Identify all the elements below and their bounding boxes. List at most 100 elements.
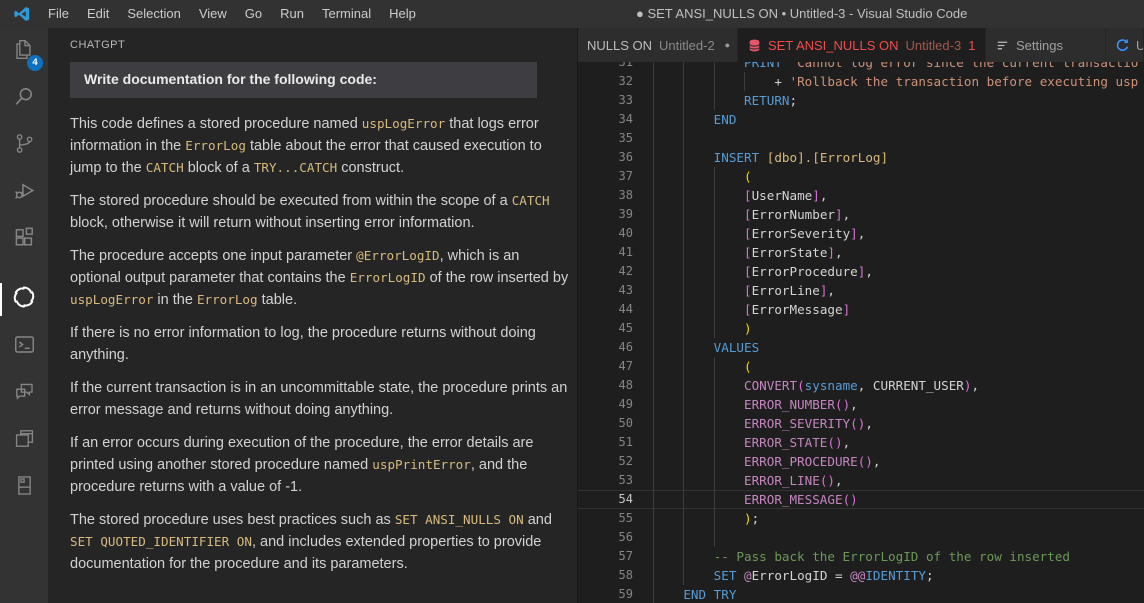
code-token: ; [926,568,934,583]
code-line[interactable]: 46VALUES [578,338,1144,357]
line-number[interactable]: 37 [578,167,633,186]
line-number[interactable]: 45 [578,319,633,338]
activity-item-windows[interactable] [0,417,48,464]
tab-untitled-2[interactable]: NULLS ONUntitled-2● [578,28,738,62]
line-number[interactable]: 41 [578,243,633,262]
line-number[interactable]: 42 [578,262,633,281]
tab-label-prefix: NULLS ON [587,38,652,53]
code-line[interactable]: 32 + 'Rollback the transaction before exe… [578,72,1144,91]
tab-untitled-3[interactable]: SET ANSI_NULLS ONUntitled-31● [738,28,986,62]
line-number[interactable]: 49 [578,395,633,414]
menu-help[interactable]: Help [380,0,425,28]
code-line[interactable]: 48CONVERT(sysname, CURRENT_USER), [578,376,1144,395]
code-line[interactable]: 49ERROR_NUMBER(), [578,395,1144,414]
line-number[interactable]: 56 [578,528,633,547]
activity-item-notebook[interactable] [0,464,48,511]
line-number[interactable]: 34 [578,110,633,129]
activity-item-run-debug[interactable] [0,169,48,216]
code-line[interactable]: 35 [578,129,1144,148]
line-number[interactable]: 44 [578,300,633,319]
line-number[interactable]: 53 [578,471,633,490]
line-number[interactable]: 43 [578,281,633,300]
code-line[interactable]: 37( [578,167,1144,186]
line-number[interactable]: 32 [578,72,633,91]
code-line[interactable]: 55); [578,509,1144,528]
line-number[interactable]: 59 [578,585,633,603]
code-line[interactable]: 59END TRY [578,585,1144,603]
line-number[interactable]: 31 [578,62,633,72]
code-line[interactable]: 53ERROR_LINE(), [578,471,1144,490]
line-number[interactable]: 48 [578,376,633,395]
code-line[interactable]: 57-- Pass back the ErrorLogID of the row… [578,547,1144,566]
menu-edit[interactable]: Edit [78,0,118,28]
tab-dirty-dot[interactable]: ● [975,40,986,50]
code-line[interactable]: 52 ERROR_PROCEDURE(), [578,452,1144,471]
code-token: 'Cannot log error since the current tran… [790,62,1139,70]
code-token: , [820,188,828,203]
menu-run[interactable]: Run [271,0,313,28]
inline-code: CATCH [512,193,550,208]
code-line[interactable]: 58SET @ErrorLogID = @@IDENTITY; [578,566,1144,585]
line-number[interactable]: 33 [578,91,633,110]
line-number[interactable]: 54 [578,490,633,509]
code-line-text: + 'Rollback the transaction before execu… [653,72,1138,91]
code-line[interactable]: 40[ErrorSeverity], [578,224,1144,243]
tab-settings[interactable]: Settings [986,28,1106,62]
code-line[interactable]: 31PRINT 'Cannot log error since the curr… [578,62,1144,72]
line-number[interactable]: 52 [578,452,633,471]
code-line[interactable]: 38[UserName], [578,186,1144,205]
code-editor[interactable]: 31PRINT 'Cannot log error since the curr… [578,62,1144,603]
activity-item-comments[interactable] [0,370,48,417]
code-token: () [827,435,842,450]
line-number[interactable]: 50 [578,414,633,433]
code-line[interactable]: 43[ErrorLine], [578,281,1144,300]
code-line[interactable]: 51ERROR_STATE(), [578,433,1144,452]
line-number[interactable]: 38 [578,186,633,205]
code-token: [ [744,245,752,260]
activity-item-source-control[interactable] [0,122,48,169]
menu-go[interactable]: Go [236,0,271,28]
menu-terminal[interactable]: Terminal [313,0,380,28]
indent-guide [683,205,713,224]
activity-item-search[interactable] [0,75,48,122]
code-line-text: ERROR_PROCEDURE(), [653,452,880,471]
code-line[interactable]: 47( [578,357,1144,376]
code-line[interactable]: 56 [578,528,1144,547]
code-line[interactable]: 41[ErrorState], [578,243,1144,262]
code-line[interactable]: 34END [578,110,1144,129]
code-line[interactable]: 50ERROR_SEVERITY(), [578,414,1144,433]
menu-file[interactable]: File [39,0,78,28]
line-number[interactable]: 35 [578,129,633,148]
code-line[interactable]: 45) [578,319,1144,338]
line-number[interactable]: 39 [578,205,633,224]
line-number[interactable]: 58 [578,566,633,585]
code-token: ERROR_PROCEDURE [744,454,858,469]
activity-item-terminal[interactable] [0,323,48,370]
code-line[interactable]: 42[ErrorProcedure], [578,262,1144,281]
activity-item-extensions[interactable] [0,216,48,263]
indent-guide [714,72,744,91]
tab-untitled-clipped[interactable]: Un [1106,28,1144,62]
indent-guide [653,129,683,148]
line-number[interactable]: 46 [578,338,633,357]
line-number[interactable]: 47 [578,357,633,376]
menu-selection[interactable]: Selection [118,0,189,28]
code-token: , [865,264,873,279]
activity-item-chatgpt[interactable] [0,276,48,323]
code-line[interactable]: 44[ErrorMessage] [578,300,1144,319]
code-line[interactable]: 36INSERT [dbo].[ErrorLog] [578,148,1144,167]
line-number[interactable]: 57 [578,547,633,566]
code-token: ERROR_LINE [744,473,820,488]
code-line[interactable]: 39[ErrorNumber], [578,205,1144,224]
line-number[interactable]: 40 [578,224,633,243]
code-line[interactable]: 54ERROR_MESSAGE() [578,490,1144,509]
indent-guide [653,471,683,490]
line-number[interactable]: 55 [578,509,633,528]
line-number[interactable]: 51 [578,433,633,452]
code-line[interactable]: 33RETURN; [578,91,1144,110]
tab-dirty-dot[interactable]: ● [715,40,730,50]
line-number[interactable]: 36 [578,148,633,167]
code-token: , [858,226,866,241]
menu-view[interactable]: View [190,0,236,28]
activity-item-explorer[interactable]: 4 [0,28,48,75]
